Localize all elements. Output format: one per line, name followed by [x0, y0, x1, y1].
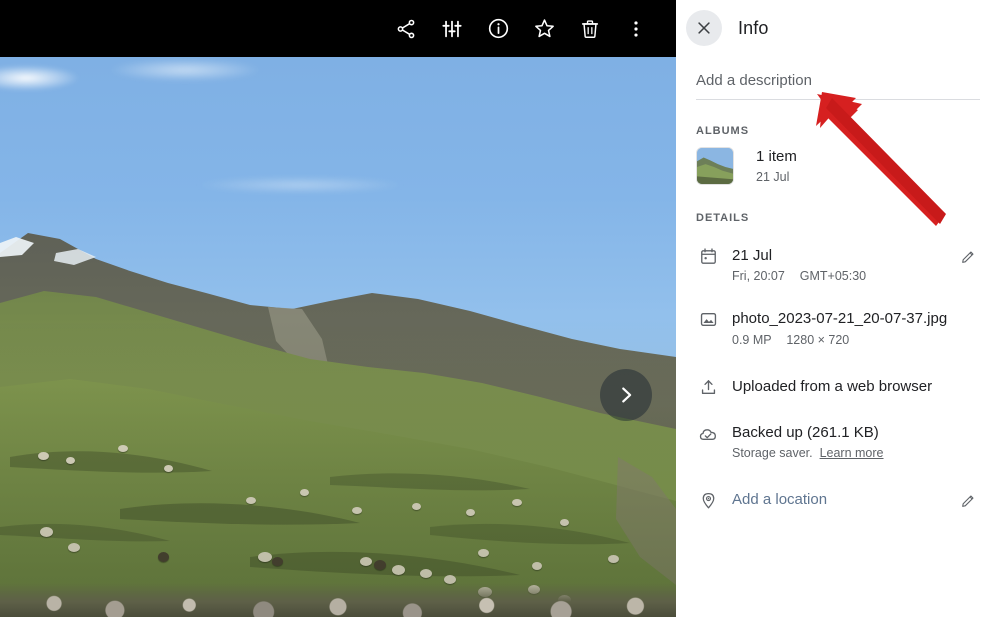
edit-button[interactable]: [430, 7, 474, 51]
detail-row-backup: Backed up (261.1 KB) Storage saver. Lear…: [676, 423, 1000, 460]
sheep: [272, 557, 283, 566]
sheep: [164, 465, 173, 472]
album-thumbnail: [696, 147, 734, 185]
photo-megapixels: 0.9 MP: [732, 332, 772, 347]
mountain-landscape: [0, 233, 676, 617]
sheep: [300, 489, 309, 496]
sheep: [478, 549, 489, 557]
photo-size-row: 0.9 MP 1280 × 720: [732, 333, 980, 347]
sheep: [532, 562, 542, 570]
star-icon: [534, 19, 554, 38]
upload-text-block: Uploaded from a web browser: [732, 377, 980, 397]
detail-row-upload-source: Uploaded from a web browser: [676, 377, 1000, 397]
close-info-button[interactable]: [686, 10, 722, 46]
sheep: [118, 445, 128, 452]
share-icon: [397, 19, 415, 38]
sheep: [360, 557, 372, 566]
photo-viewer: [0, 0, 676, 617]
sheep: [68, 543, 80, 552]
add-location-link[interactable]: Add a location: [732, 490, 954, 510]
tune-icon: [442, 20, 462, 37]
location-pin-icon: [702, 492, 714, 509]
image-icon-wrap: [696, 309, 720, 329]
info-button[interactable]: [476, 7, 520, 51]
calendar-icon: [700, 248, 716, 264]
calendar-icon-wrap: [696, 246, 720, 266]
cloud-done-icon-wrap: [696, 423, 720, 444]
upload-icon: [701, 379, 715, 394]
detail-row-file: photo_2023-07-21_20-07-37.jpg 0.9 MP 128…: [676, 309, 1000, 347]
viewer-toolbar: [0, 0, 676, 57]
detail-row-location[interactable]: Add a location: [676, 490, 1000, 514]
image-icon: [700, 313, 716, 327]
sheep: [608, 555, 619, 563]
photo-time-row: Fri, 20:07 GMT+05:30: [732, 269, 954, 283]
pencil-icon: [962, 251, 974, 263]
backup-status: Backed up (261.1 KB): [732, 423, 879, 441]
info-panel: Info Add a description ALBUMS 1 item 21 …: [676, 0, 1000, 617]
info-panel-header: Info: [676, 0, 1000, 56]
album-list-item[interactable]: 1 item 21 Jul: [676, 137, 1000, 185]
pencil-icon: [962, 495, 974, 507]
sheep: [412, 503, 421, 510]
photo-date: 21 Jul: [732, 247, 773, 264]
photo-timezone: GMT+05:30: [799, 269, 867, 284]
photo-time: Fri, 20:07: [732, 269, 785, 284]
album-subtitle: 21 Jul: [756, 169, 790, 184]
detail-row-date[interactable]: 21 Jul Fri, 20:07 GMT+05:30: [676, 246, 1000, 283]
file-text-block: photo_2023-07-21_20-07-37.jpg 0.9 MP 128…: [732, 309, 980, 346]
chevron-right-icon: [622, 387, 632, 403]
album-text-block: 1 item 21 Jul: [756, 147, 797, 184]
more-vert-icon: [634, 20, 638, 37]
description-placeholder: Add a description: [696, 72, 812, 89]
sheep: [158, 552, 169, 562]
album-thumbnail-image: [697, 148, 733, 184]
storage-quality: Storage saver.: [732, 446, 813, 460]
backup-text-block: Backed up (261.1 KB) Storage saver. Lear…: [732, 423, 980, 460]
sheep: [392, 565, 405, 575]
share-button[interactable]: [384, 7, 428, 51]
photo-filename: photo_2023-07-21_20-07-37.jpg: [732, 310, 948, 328]
edit-date-button[interactable]: [960, 246, 980, 270]
description-input[interactable]: Add a description: [696, 72, 980, 100]
backup-quality-row: Storage saver. Learn more: [732, 446, 980, 460]
date-text-block: 21 Jul Fri, 20:07 GMT+05:30: [732, 246, 954, 283]
upload-source: Uploaded from a web browser: [732, 377, 933, 395]
albums-section-label: ALBUMS: [696, 125, 750, 137]
sheep: [352, 507, 362, 514]
sheep: [466, 509, 475, 516]
details-section-label: DETAILS: [696, 212, 750, 224]
photo-dimensions: 1280 × 720: [786, 332, 850, 347]
learn-more-link[interactable]: Learn more: [820, 446, 884, 460]
info-panel-title: Info: [738, 17, 769, 38]
edit-location-button[interactable]: [960, 490, 980, 514]
sheep: [512, 499, 522, 506]
next-photo-button[interactable]: [600, 369, 652, 421]
cloud-done-icon: [699, 428, 716, 440]
more-options-button[interactable]: [614, 7, 658, 51]
foreground-rocks: [0, 583, 676, 617]
sheep: [258, 552, 272, 562]
sheep: [560, 519, 569, 526]
photo-canvas[interactable]: [0, 57, 676, 617]
sheep: [40, 527, 53, 537]
sheep: [246, 497, 256, 504]
info-icon: [488, 18, 508, 39]
location-text-block: Add a location: [732, 490, 954, 510]
sheep: [66, 457, 75, 464]
trash-icon: [581, 19, 599, 38]
delete-button[interactable]: [568, 7, 612, 51]
sheep: [374, 560, 386, 570]
location-pin-icon-wrap: [696, 490, 720, 510]
close-icon: [698, 22, 710, 34]
album-title: 1 item: [756, 148, 797, 166]
favorite-button[interactable]: [522, 7, 566, 51]
sheep: [420, 569, 432, 578]
upload-icon-wrap: [696, 377, 720, 397]
photos-viewer-app: Info Add a description ALBUMS 1 item 21 …: [0, 0, 1000, 617]
sheep: [38, 452, 49, 460]
